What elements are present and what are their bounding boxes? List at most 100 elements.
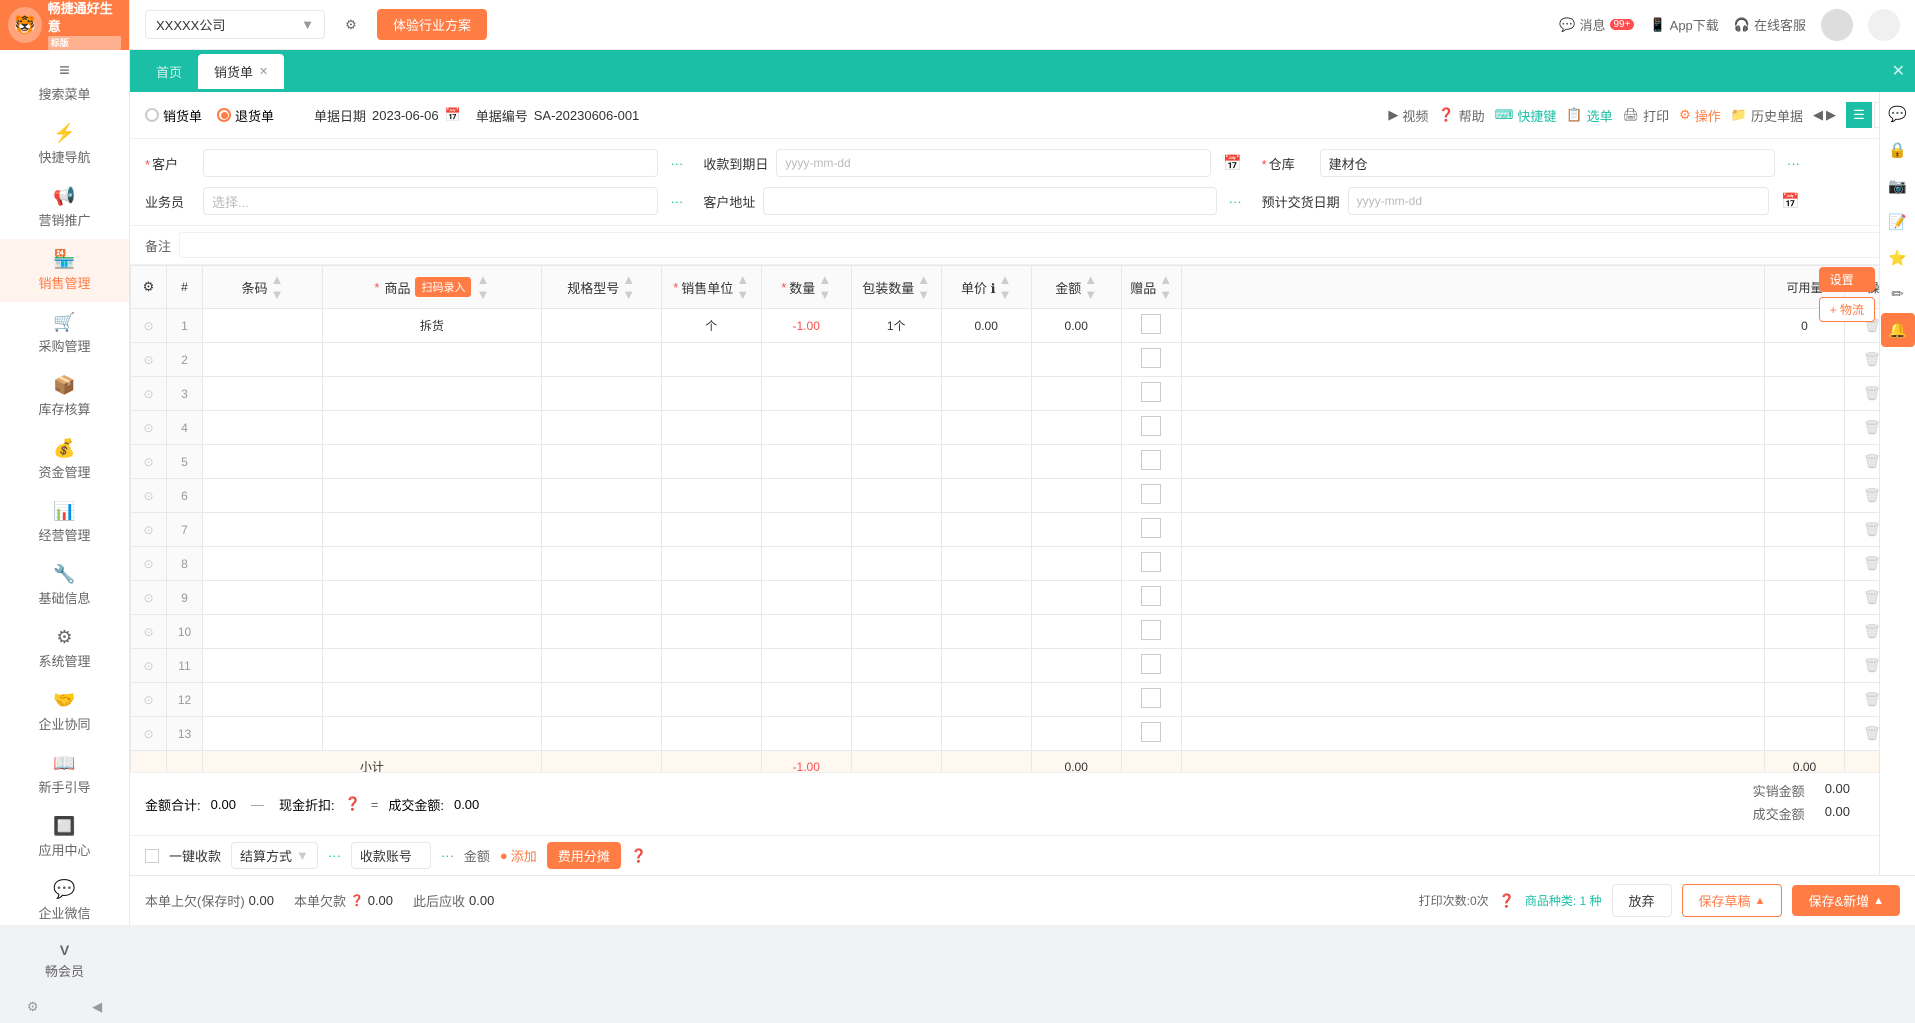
save-draft-button[interactable]: 保存草稿 ▲: [1682, 884, 1783, 917]
footer-actions: 打印次数:0次 ❓ 商品种类: 1 种 放弃 保存草稿 ▲ 保存&新增 ▲: [1419, 884, 1900, 917]
print-icon: 🖨: [1623, 107, 1640, 123]
calendar-icon[interactable]: 📅: [445, 107, 461, 123]
th-gear[interactable]: ⚙: [131, 266, 167, 309]
rp-star-btn[interactable]: ⭐: [1881, 241, 1915, 275]
row-gear-1[interactable]: ⊙: [131, 309, 167, 343]
rp-note-btn[interactable]: 📝: [1881, 205, 1915, 239]
receive-cal-icon[interactable]: 📅: [1223, 154, 1242, 172]
salesperson-input[interactable]: 选择...: [203, 187, 658, 215]
sidebar-item-finance[interactable]: 💰 资金管理: [0, 428, 129, 491]
payment-account-select[interactable]: 收款账号: [351, 842, 431, 869]
operation-action[interactable]: ⚙ 操作: [1679, 106, 1721, 125]
receive-date-input[interactable]: yyyy-mm-dd: [776, 149, 1211, 177]
close-all-tabs-button[interactable]: ✕: [1892, 61, 1905, 81]
warehouse-input[interactable]: 建材仓: [1320, 149, 1775, 177]
tab-home[interactable]: 首页: [140, 54, 198, 89]
print-question-icon[interactable]: ❓: [1499, 893, 1515, 909]
online-service-button[interactable]: 🎧 在线客服: [1734, 15, 1806, 34]
row-unit-1[interactable]: 个: [661, 309, 761, 343]
radio-return-order[interactable]: 退货单: [217, 106, 274, 125]
customer-addr-input[interactable]: [763, 187, 1216, 215]
subtotal-amount: 0.00: [1031, 751, 1121, 773]
user-avatar[interactable]: [1821, 9, 1853, 41]
account-more[interactable]: ···: [441, 848, 454, 863]
customer-input[interactable]: [203, 149, 658, 177]
tab-close-icon[interactable]: ✕: [259, 65, 268, 78]
sidebar-item-collab[interactable]: 🤝 企业协同: [0, 680, 129, 743]
sidebar-item-operation[interactable]: 📊 经营管理: [0, 491, 129, 554]
keyboard-icon: ⌨: [1495, 107, 1514, 123]
salesperson-more-icon[interactable]: ···: [670, 194, 683, 209]
rp-lock-btn[interactable]: 🔒: [1881, 133, 1915, 167]
row-qty-1[interactable]: -1.00: [761, 309, 851, 343]
th-goods[interactable]: *商品 扫码录入 ▲▼: [323, 266, 542, 309]
prev-icon[interactable]: ◀: [1813, 107, 1823, 123]
select-action[interactable]: 📋 选单: [1566, 106, 1612, 125]
sidebar-item-basic[interactable]: 🔧 基础信息: [0, 554, 129, 617]
row-pkg-qty-1[interactable]: 1个: [851, 309, 941, 343]
expected-cal-icon[interactable]: 📅: [1781, 192, 1800, 210]
company-select[interactable]: XXXXX公司 ▼: [145, 10, 325, 39]
next-icon[interactable]: ▶: [1826, 107, 1836, 123]
sidebar-item-system[interactable]: ⚙ 系统管理: [0, 617, 129, 680]
sidebar-item-shortcut[interactable]: ⚡ 快捷导航: [0, 113, 129, 176]
sidebar-collapse-btn[interactable]: ◀: [92, 999, 102, 1015]
goods-type-label[interactable]: 商品种类: 1 种: [1525, 892, 1602, 909]
sidebar-item-inventory[interactable]: 📦 库存核算: [0, 365, 129, 428]
radio-sales-order[interactable]: 销货单: [145, 106, 202, 125]
sidebar-item-purchase[interactable]: 🛒 采购管理: [0, 302, 129, 365]
row-gear-2[interactable]: ⊙: [131, 343, 167, 377]
customer-more-icon[interactable]: ···: [670, 156, 683, 171]
row-barcode-1[interactable]: [203, 309, 323, 343]
row-goods-1[interactable]: 拆货: [323, 309, 542, 343]
sidebar-item-search[interactable]: ≡ 搜索菜单: [0, 50, 129, 113]
logistics-button[interactable]: + 物流: [1819, 297, 1875, 322]
discard-button[interactable]: 放弃: [1612, 884, 1672, 917]
sidebar-item-wechat[interactable]: 💬 企业微信: [0, 869, 129, 932]
warehouse-more-icon[interactable]: ···: [1787, 156, 1800, 171]
history-action[interactable]: 📁 历史单据: [1731, 106, 1803, 125]
customer-addr-more-icon[interactable]: ···: [1229, 194, 1242, 209]
video-action[interactable]: ▶ 视频: [1388, 106, 1428, 125]
owe-question-icon[interactable]: ❓: [350, 894, 364, 907]
rp-camera-btn[interactable]: 📷: [1881, 169, 1915, 203]
shortcut-action[interactable]: ⌨ 快捷键: [1495, 106, 1557, 125]
sidebar-item-sales[interactable]: 🏪 销售管理: [0, 239, 129, 302]
add-payment-button[interactable]: ● 添加: [500, 846, 537, 865]
sidebar-item-apps[interactable]: 🔲 应用中心: [0, 806, 129, 869]
sidebar-item-guide[interactable]: 📖 新手引导: [0, 743, 129, 806]
sidebar-item-member[interactable]: V 畅会员: [0, 932, 129, 990]
row-amount-1[interactable]: 0.00: [1031, 309, 1121, 343]
remark-input[interactable]: [179, 232, 1900, 258]
help-action[interactable]: ❓ 帮助: [1438, 106, 1484, 125]
sidebar-settings-btn[interactable]: ⚙: [27, 999, 39, 1015]
sidebar-item-marketing[interactable]: 📢 营销推广: [0, 176, 129, 239]
row-spec-1[interactable]: [541, 309, 661, 343]
row-gear-3[interactable]: ⊙: [131, 377, 167, 411]
expense-help-icon[interactable]: ❓: [631, 848, 647, 864]
doc-num-item: 单据编号 SA-20230606-001: [476, 106, 640, 125]
messages-button[interactable]: 💬 消息 99+: [1559, 15, 1634, 34]
save-new-button[interactable]: 保存&新增 ▲: [1792, 885, 1900, 916]
row-gift-1[interactable]: [1121, 309, 1181, 343]
list-view-btn[interactable]: ☰: [1846, 102, 1872, 128]
payment-method-select[interactable]: 结算方式 ▼: [231, 842, 318, 869]
tab-sales-order[interactable]: 销货单 ✕: [198, 54, 284, 89]
print-action[interactable]: 🖨 打印: [1623, 106, 1670, 125]
trial-button[interactable]: 体验行业方案: [377, 9, 487, 40]
payment-method-more[interactable]: ···: [328, 848, 341, 863]
setup-button[interactable]: 设置: [1819, 267, 1875, 292]
expense-split-button[interactable]: 费用分摊: [547, 842, 621, 869]
rp-chat-btn[interactable]: 💬: [1881, 97, 1915, 131]
app-download-button[interactable]: 📱 App下载: [1649, 15, 1718, 34]
one-key-checkbox[interactable]: [145, 849, 159, 863]
row-price-1[interactable]: 0.00: [941, 309, 1031, 343]
expected-date-input[interactable]: yyyy-mm-dd: [1348, 187, 1770, 215]
scan-btn[interactable]: 扫码录入: [415, 277, 471, 297]
rp-edit-btn[interactable]: ✏: [1881, 277, 1915, 311]
rp-orange-btn[interactable]: 🔔: [1881, 313, 1915, 347]
user-avatar-2[interactable]: [1868, 9, 1900, 41]
table-section: ⚙ # 条码 ▲▼ *商品 扫码录入 ▲▼: [130, 265, 1915, 772]
settings-button[interactable]: ⚙: [335, 9, 367, 41]
question-icon[interactable]: ❓: [345, 796, 361, 812]
